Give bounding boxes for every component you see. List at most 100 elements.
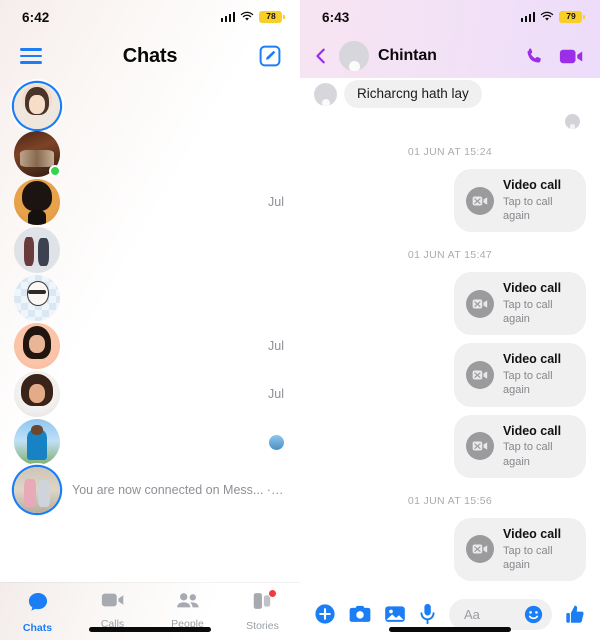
online-status-dot (49, 165, 61, 177)
status-bar-left: 6:42 78 (0, 0, 300, 34)
avatar[interactable] (14, 419, 60, 465)
battery-low-power-icon: 78 (259, 11, 285, 23)
page-title: Chats (122, 44, 178, 67)
status-time: 6:42 (22, 9, 50, 25)
avatar-image (14, 83, 60, 129)
phone-call-icon[interactable] (524, 46, 545, 67)
peer-avatar-icon (314, 82, 337, 106)
emoji-smiley-icon[interactable] (524, 605, 543, 624)
avatar[interactable] (14, 371, 60, 417)
avatar-image (14, 227, 60, 273)
avatar-image (14, 419, 60, 465)
chat-list-item[interactable]: Jul (0, 370, 300, 418)
status-bar-right: 6:43 79 (300, 0, 600, 34)
tab-label: Stories (246, 620, 279, 632)
conversation-timestamp: 01 JUN AT 15:56 (407, 494, 493, 507)
missed-video-call-icon (466, 361, 494, 390)
read-receipt-avatar-icon (269, 434, 284, 450)
video-call-message-bubble[interactable]: Video call Tap to call again (454, 343, 586, 407)
call-subtitle: Tap to call again (503, 195, 553, 222)
avatar[interactable] (14, 227, 60, 273)
message-input-field[interactable]: Aa (449, 598, 552, 630)
chats-header: Chats (0, 34, 300, 78)
call-title: Video call (503, 178, 562, 192)
avatar[interactable] (14, 275, 60, 321)
missed-video-call-icon (466, 289, 494, 318)
chats-list[interactable]: Jul Jul Jul You are now connected on Mess..… (0, 78, 300, 582)
call-subtitle: Tap to call again (503, 370, 553, 397)
chat-list-item[interactable] (0, 130, 300, 178)
chats-list-screen: 6:42 78 Chats Jul Jul Jul You are now co… (0, 0, 300, 640)
wifi-icon (540, 12, 554, 22)
missed-video-call-icon (466, 535, 494, 564)
home-indicator (389, 627, 511, 632)
chat-list-item[interactable] (0, 418, 300, 466)
video-call-message-bubble[interactable]: Video call Tap to call again (454, 414, 586, 478)
chat-timestamp: Jul (268, 195, 284, 209)
camera-icon[interactable] (349, 604, 371, 624)
avatar[interactable] (14, 83, 60, 129)
cellular-signal-icon (220, 11, 235, 22)
chat-timestamp: Jul (268, 339, 284, 353)
conversation-screen: 6:43 79 Chintan Richarcng hath lay 01 JU… (300, 0, 600, 640)
missed-video-call-icon (466, 186, 494, 215)
avatar[interactable] (14, 323, 60, 369)
photo-gallery-icon[interactable] (384, 604, 406, 624)
add-attachment-icon[interactable] (314, 603, 336, 625)
contact-avatar-placeholder-icon[interactable] (339, 41, 369, 71)
tab-people[interactable]: People (150, 591, 225, 630)
call-subtitle: Tap to call again (503, 441, 553, 468)
chat-preview: You are now connected on Mess... · 9 Jun (72, 483, 284, 497)
hamburger-menu-icon[interactable] (20, 48, 42, 64)
tab-calls[interactable]: Calls (75, 591, 150, 630)
avatar-image (14, 371, 60, 417)
read-receipt-row (314, 108, 586, 129)
compose-new-message-icon[interactable] (258, 44, 282, 68)
missed-video-call-icon (466, 432, 494, 461)
video-call-message-bubble[interactable]: Video call Tap to call again (454, 169, 586, 233)
avatar-image (14, 323, 60, 369)
call-title: Video call (503, 526, 562, 541)
notification-badge (267, 589, 277, 598)
avatar[interactable] (14, 179, 60, 225)
chat-list-item[interactable] (0, 82, 300, 130)
message-thread[interactable]: Richarcng hath lay 01 JUN AT 15:24 Video … (300, 78, 600, 588)
video-camera-icon (101, 591, 125, 614)
message-input-placeholder: Aa (464, 606, 480, 622)
cellular-signal-icon (520, 11, 535, 22)
battery-level: 79 (566, 11, 576, 22)
status-time: 6:43 (322, 9, 350, 25)
call-title: Video call (503, 423, 562, 438)
call-log-groups: 01 JUN AT 15:24 Video call Tap to call aga… (314, 146, 586, 588)
contact-name: Chintan (378, 47, 437, 64)
chat-list-item[interactable]: Jul (0, 322, 300, 370)
video-call-message-bubble[interactable]: Video call Tap to call again (454, 517, 586, 582)
peer-message-bubble[interactable]: Richarcng hath lay (344, 80, 482, 108)
microphone-icon[interactable] (419, 603, 436, 625)
avatar[interactable] (14, 467, 60, 513)
battery-low-power-icon: 79 (559, 11, 585, 23)
chat-list-item[interactable]: Jul (0, 178, 300, 226)
video-call-icon[interactable] (559, 47, 584, 66)
video-call-message-bubble[interactable]: Video call Tap to call again (454, 272, 586, 336)
chat-list-item[interactable] (0, 226, 300, 274)
chat-bubble-icon (27, 591, 49, 618)
message-composer: Aa (300, 588, 600, 640)
avatar-image (14, 467, 60, 513)
call-title: Video call (503, 352, 562, 367)
thumbs-up-icon[interactable] (565, 604, 586, 625)
avatar[interactable] (14, 131, 61, 177)
call-title: Video call (503, 281, 562, 296)
tab-chats[interactable]: Chats (0, 591, 75, 634)
tab-stories[interactable]: Stories (225, 589, 300, 632)
people-icon (176, 591, 200, 614)
chat-list-item[interactable]: You are now connected on Mess... · 9 Jun (0, 466, 300, 514)
home-indicator (89, 627, 211, 632)
conversation-header: Chintan (300, 34, 600, 78)
call-subtitle: Tap to call again (503, 544, 553, 571)
avatar-image (14, 275, 60, 321)
chat-preview-text: You are now connected on Mess... · 9 Jun (72, 483, 284, 497)
chat-list-item[interactable] (0, 274, 300, 322)
back-chevron-icon[interactable] (312, 47, 330, 65)
conversation-timestamp: 01 JUN AT 15:24 (407, 146, 493, 158)
